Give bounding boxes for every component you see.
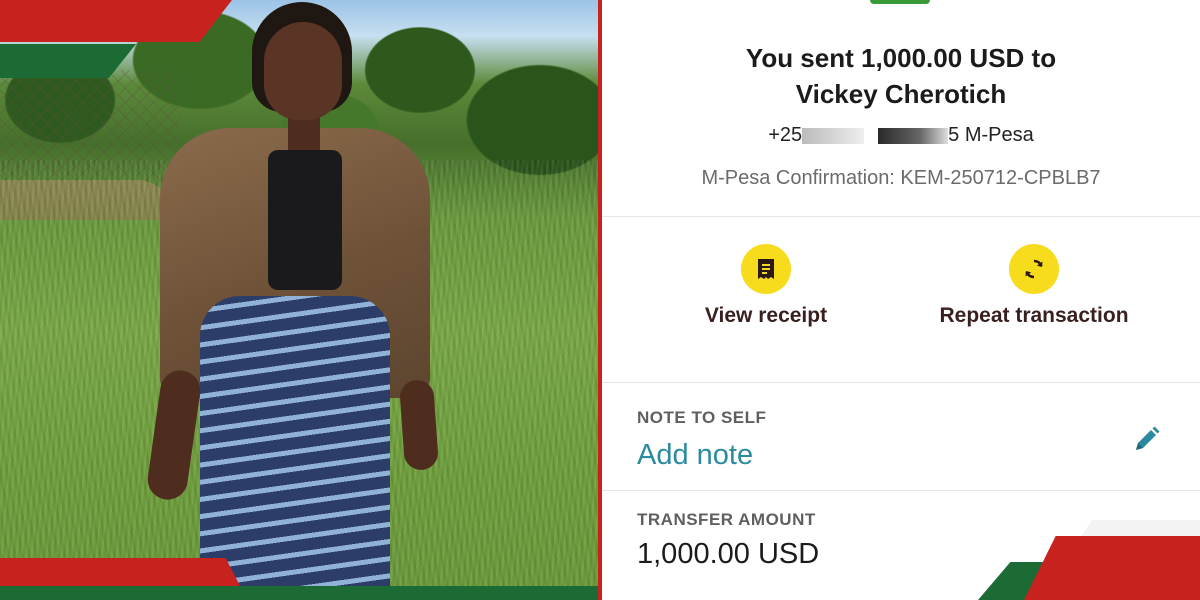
view-receipt-label: View receipt <box>704 304 828 327</box>
divider <box>602 216 1200 217</box>
decorative-red-banner <box>0 558 240 586</box>
recipient-number: +25 5 M-Pesa <box>602 124 1200 147</box>
decorative-green-banner <box>0 586 598 600</box>
repeat-icon <box>1009 244 1059 294</box>
add-note-link[interactable]: Add note <box>637 439 753 472</box>
sent-amount-line: You sent 1,000.00 USD to <box>745 43 1057 73</box>
repeat-transaction-button[interactable]: Repeat transaction <box>914 244 1154 328</box>
pencil-icon[interactable] <box>1126 420 1166 460</box>
transaction-screen: You sent 1,000.00 USD to Vickey Cherotic… <box>602 0 1200 600</box>
recipient-number-prefix: +25 <box>768 124 803 146</box>
brand-logo-sliver <box>870 0 930 4</box>
woman-figure <box>140 0 440 600</box>
striped-skirt <box>200 296 390 600</box>
transfer-amount-value: 1,000.00 USD <box>637 538 820 570</box>
decorative-white-strip <box>1080 520 1200 538</box>
decorative-red-banner <box>0 0 232 42</box>
redaction-blur <box>878 127 949 144</box>
note-to-self-label: NOTE TO SELF <box>637 408 767 427</box>
person-photo <box>0 0 598 600</box>
sent-summary-title: You sent 1,000.00 USD to Vickey Cherotic… <box>602 40 1200 112</box>
repeat-transaction-label: Repeat transaction <box>939 304 1129 327</box>
divider <box>602 382 1200 383</box>
recipient-network: 5 M-Pesa <box>948 124 1034 146</box>
right-hand <box>398 378 440 472</box>
view-receipt-button[interactable]: View receipt <box>646 244 886 328</box>
left-hand <box>145 367 203 503</box>
smiling-face <box>264 22 342 120</box>
confirmation-code: M-Pesa Confirmation: KEM-250712-CPBLB7 <box>701 167 1101 189</box>
divider <box>602 490 1200 491</box>
black-top <box>268 150 342 290</box>
transfer-amount-label: TRANSFER AMOUNT <box>637 510 816 529</box>
redaction-blur <box>802 127 865 144</box>
receipt-icon <box>741 244 791 294</box>
recipient-name: Vickey Cherotich <box>795 79 1007 109</box>
